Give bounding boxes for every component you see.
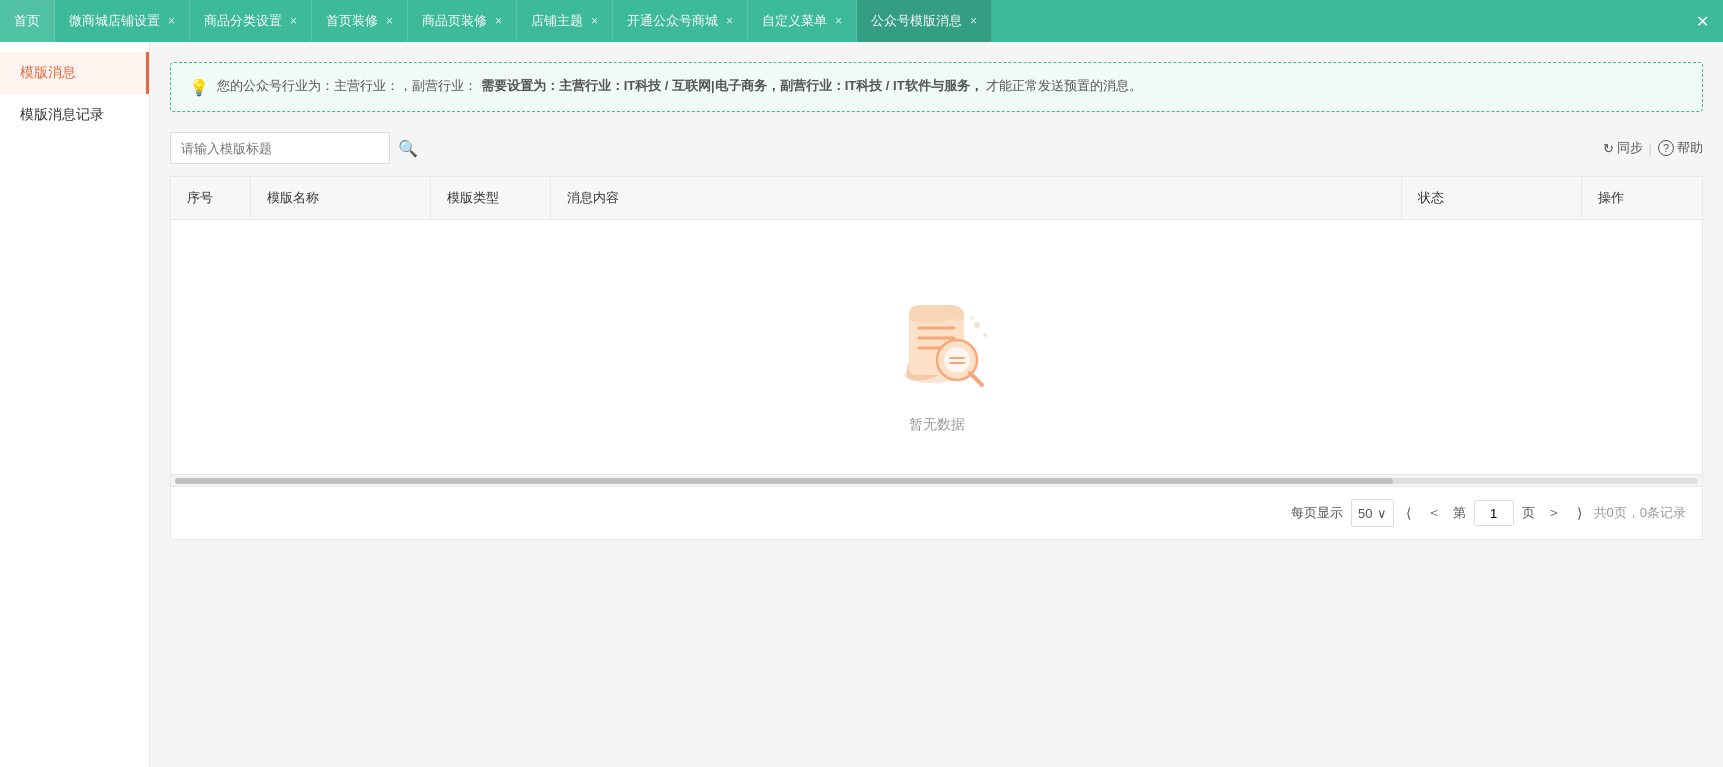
col-header-status: 状态: [1402, 177, 1582, 219]
help-button[interactable]: ? 帮助: [1658, 139, 1703, 157]
close-theme-icon[interactable]: ×: [591, 14, 598, 28]
nav-tab-open-mall[interactable]: 开通公众号商城 ×: [613, 0, 748, 42]
page-size-label: 每页显示: [1291, 504, 1343, 522]
nav-tab-custom-menu-label: 自定义菜单: [762, 12, 827, 30]
nav-tab-home-decor-label: 首页装修: [326, 12, 378, 30]
page-summary: 共0页，0条记录: [1594, 504, 1686, 522]
notice-emphasis: 需要设置为：主营行业：IT科技 / 互联网|电子商务，副营行业：IT科技 / I…: [481, 78, 983, 93]
close-custom-menu-icon[interactable]: ×: [835, 14, 842, 28]
notice-box: 💡 您的公众号行业为：主营行业：，副营行业： 需要设置为：主营行业：IT科技 /…: [170, 62, 1703, 112]
search-icon: 🔍: [398, 140, 418, 157]
sidebar-item-template-msg-log[interactable]: 模版消息记录: [0, 94, 149, 136]
close-all-button[interactable]: ✕: [1682, 12, 1723, 31]
scroll-bar-area[interactable]: [171, 474, 1702, 486]
nav-tab-template-msg-label: 公众号模版消息: [871, 12, 962, 30]
nav-tab-home-label: 首页: [14, 12, 40, 30]
last-page-button[interactable]: ⟩: [1573, 503, 1586, 523]
page-number-input[interactable]: [1474, 500, 1514, 526]
nav-tab-product-decor[interactable]: 商品页装修 ×: [408, 0, 517, 42]
page-label: 页: [1522, 504, 1535, 522]
next-page-icon: ＞: [1547, 504, 1561, 520]
svg-point-10: [974, 322, 980, 328]
nav-tab-category-label: 商品分类设置: [204, 12, 282, 30]
nav-tab-shop-settings-label: 微商城店铺设置: [69, 12, 160, 30]
main-content: 💡 您的公众号行业为：主营行业：，副营行业： 需要设置为：主营行业：IT科技 /…: [150, 42, 1723, 767]
sidebar-item-template-msg-log-label: 模版消息记录: [20, 106, 104, 122]
close-home-decor-icon[interactable]: ×: [386, 14, 393, 28]
sidebar-item-template-msg-label: 模版消息: [20, 64, 76, 80]
search-left: 🔍: [170, 132, 418, 164]
search-input[interactable]: [170, 132, 390, 164]
col-header-index: 序号: [171, 177, 251, 219]
nav-tab-home-decor[interactable]: 首页装修 ×: [312, 0, 408, 42]
data-table: 序号 模版名称 模版类型 消息内容 状态 操作: [170, 176, 1703, 540]
nav-tab-template-msg[interactable]: 公众号模版消息 ×: [857, 0, 992, 42]
close-template-msg-icon[interactable]: ×: [970, 14, 977, 28]
last-page-icon: ⟩: [1577, 505, 1582, 521]
notice-icon: 💡: [189, 78, 209, 97]
nav-tab-product-decor-label: 商品页装修: [422, 12, 487, 30]
prev-page-button[interactable]: ＜: [1423, 502, 1445, 524]
first-page-button[interactable]: ⟨: [1402, 503, 1415, 523]
svg-point-6: [944, 347, 970, 373]
nav-tab-custom-menu[interactable]: 自定义菜单 ×: [748, 0, 857, 42]
top-nav: 首页 微商城店铺设置 × 商品分类设置 × 首页装修 × 商品页装修 × 店铺主…: [0, 0, 1723, 42]
svg-point-12: [970, 316, 974, 320]
empty-state: 暂无数据: [171, 220, 1702, 474]
page-size-value: 50: [1358, 506, 1372, 521]
sync-label: 同步: [1617, 139, 1643, 157]
page-di-label: 第: [1453, 504, 1466, 522]
svg-point-11: [983, 333, 987, 337]
next-page-button[interactable]: ＞: [1543, 502, 1565, 524]
search-bar: 🔍 ↻ 同步 | ? 帮助: [170, 132, 1703, 164]
nav-tab-shop-settings[interactable]: 微商城店铺设置 ×: [55, 0, 190, 42]
empty-text: 暂无数据: [909, 416, 965, 434]
nav-tab-theme-label: 店铺主题: [531, 12, 583, 30]
close-shop-settings-icon[interactable]: ×: [168, 14, 175, 28]
close-open-mall-icon[interactable]: ×: [726, 14, 733, 28]
col-header-action: 操作: [1582, 177, 1702, 219]
col-header-content: 消息内容: [551, 177, 1402, 219]
pagination: 每页显示 50 ∨ ⟨ ＜ 第 页 ＞ ⟩: [171, 486, 1702, 539]
help-label: 帮助: [1677, 139, 1703, 157]
scroll-thumb[interactable]: [175, 478, 1393, 484]
notice-text: 您的公众号行业为：主营行业：，副营行业： 需要设置为：主营行业：IT科技 / 互…: [217, 77, 1142, 95]
dropdown-icon: ∨: [1377, 506, 1387, 521]
nav-tab-home[interactable]: 首页: [0, 0, 55, 42]
close-category-icon[interactable]: ×: [290, 14, 297, 28]
notice-prefix: 您的公众号行业为：主营行业：，副营行业：: [217, 78, 477, 93]
nav-tab-open-mall-label: 开通公众号商城: [627, 12, 718, 30]
col-header-name: 模版名称: [251, 177, 431, 219]
page-size-select[interactable]: 50 ∨: [1351, 499, 1393, 527]
empty-illustration: [877, 280, 997, 400]
first-page-icon: ⟨: [1406, 505, 1411, 521]
search-divider: |: [1649, 141, 1652, 156]
page-layout: 模版消息 模版消息记录 💡 您的公众号行业为：主营行业：，副营行业： 需要设置为…: [0, 42, 1723, 767]
nav-tab-category[interactable]: 商品分类设置 ×: [190, 0, 312, 42]
help-icon: ?: [1658, 140, 1674, 156]
search-right: ↻ 同步 | ? 帮助: [1603, 139, 1703, 157]
sync-button[interactable]: ↻ 同步: [1603, 139, 1643, 157]
sidebar: 模版消息 模版消息记录: [0, 42, 150, 767]
svg-line-7: [970, 373, 982, 385]
sidebar-item-template-msg[interactable]: 模版消息: [0, 52, 149, 94]
close-product-decor-icon[interactable]: ×: [495, 14, 502, 28]
notice-suffix: 才能正常发送预置的消息。: [986, 78, 1142, 93]
sync-icon: ↻: [1603, 141, 1614, 156]
col-header-type: 模版类型: [431, 177, 551, 219]
scroll-track[interactable]: [175, 478, 1698, 484]
nav-tab-theme[interactable]: 店铺主题 ×: [517, 0, 613, 42]
prev-page-icon: ＜: [1427, 504, 1441, 520]
table-header: 序号 模版名称 模版类型 消息内容 状态 操作: [171, 177, 1702, 220]
search-button[interactable]: 🔍: [398, 139, 418, 158]
